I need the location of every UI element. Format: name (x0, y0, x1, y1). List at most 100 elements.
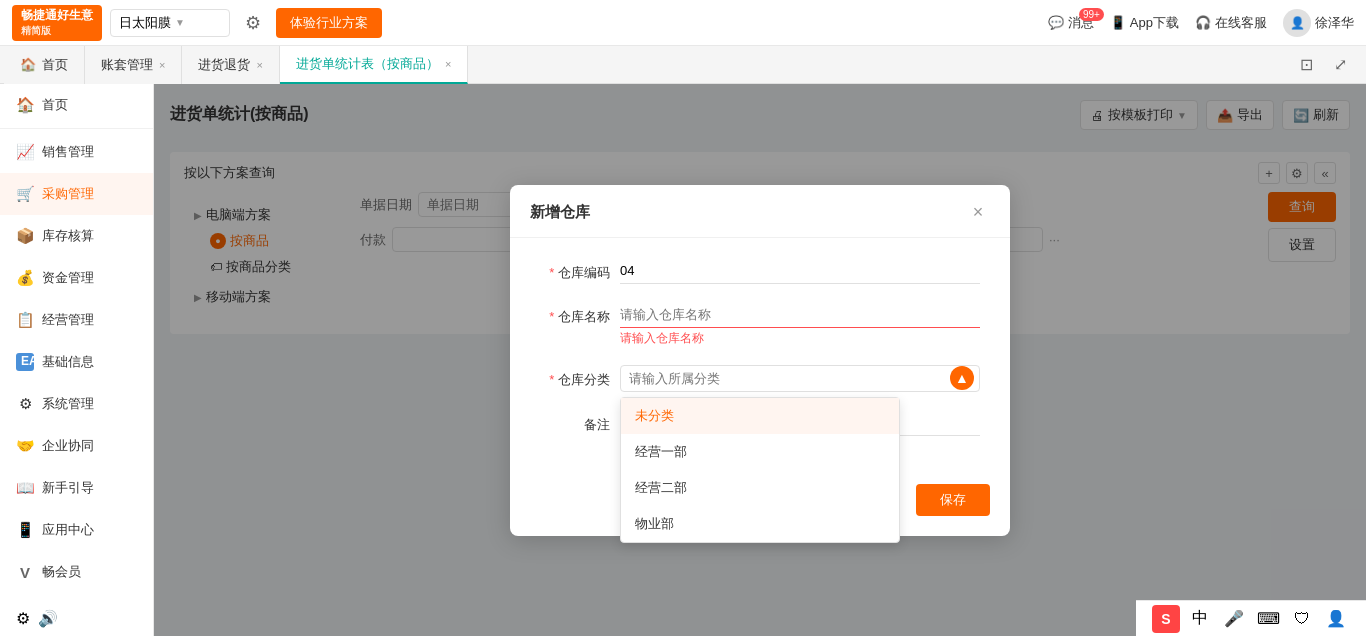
experience-btn[interactable]: 体验行业方案 (276, 8, 382, 38)
dropdown-item-3[interactable]: 物业部 (621, 506, 899, 542)
sidebar-purchase-label: 采购管理 (42, 185, 94, 203)
sidebar-item-apps[interactable]: 📱 应用中心 (0, 509, 153, 551)
sidebar-vip-label: 畅会员 (42, 563, 81, 581)
tab-home[interactable]: 🏠 首页 (4, 46, 85, 84)
tab-purchase-return-label: 进货退货 (198, 56, 250, 74)
modal-new-warehouse: 新增仓库 × 仓库编码 仓库名称 (510, 185, 1010, 536)
apps-icon: 📱 (16, 521, 34, 539)
main-layout: 🏠 首页 📈 销售管理 🛒 采购管理 📦 库存核算 💰 资金管理 📋 经营管理 … (0, 84, 1366, 636)
finance-icon: 💰 (16, 269, 34, 287)
category-toggle-btn[interactable]: ▲ (950, 366, 974, 390)
tab-purchase-return[interactable]: 进货退货 × (182, 46, 279, 84)
modal-close-btn[interactable]: × (966, 201, 990, 225)
store-selector[interactable]: 日太阳膜 ▼ (110, 9, 230, 37)
sidebar-operations-label: 经营管理 (42, 311, 94, 329)
form-row-name: 仓库名称 请输入仓库名称 (540, 302, 980, 347)
modal-overlay: 新增仓库 × 仓库编码 仓库名称 (154, 84, 1366, 636)
tab-expand-icon[interactable]: ⤢ (1326, 51, 1354, 79)
user-icon[interactable]: 👤 (1322, 605, 1350, 633)
topbar: 畅捷通好生意 精简版 日太阳膜 ▼ ⚙ 体验行业方案 💬 消息 99+ 📱 Ap… (0, 0, 1366, 46)
sidebar-system-label: 系统管理 (42, 395, 94, 413)
tab-purchase-stats[interactable]: 进货单统计表（按商品） × (280, 46, 468, 84)
sidebar-item-system[interactable]: ⚙ 系统管理 (0, 383, 153, 425)
headset-icon: 🎧 (1195, 15, 1211, 30)
sidebar-apps-label: 应用中心 (42, 521, 94, 539)
dropdown-item-2[interactable]: 经营二部 (621, 470, 899, 506)
sidebar-inventory-label: 库存核算 (42, 227, 94, 245)
sidebar-item-vip[interactable]: V 畅会员 (0, 551, 153, 593)
tab-accounts[interactable]: 账套管理 × (85, 46, 182, 84)
name-input[interactable] (620, 302, 980, 328)
app-logo: 畅捷通好生意 精简版 (12, 5, 102, 41)
category-wrapper: ▲ (620, 365, 980, 392)
tab-purchase-stats-label: 进货单统计表（按商品） (296, 55, 439, 73)
messages-badge: 99+ (1079, 8, 1104, 21)
form-row-code: 仓库编码 (540, 258, 980, 284)
home-icon: 🏠 (16, 96, 34, 114)
sidebar-item-enterprise[interactable]: 🤝 企业协同 (0, 425, 153, 467)
mobile-icon: 📱 (1110, 15, 1126, 30)
operations-icon: 📋 (16, 311, 34, 329)
tab-purchase-return-close[interactable]: × (256, 59, 262, 71)
microphone-icon[interactable]: 🎤 (1220, 605, 1248, 633)
sidebar-item-basic-info[interactable]: EA 基础信息 (0, 341, 153, 383)
purchase-icon: 🛒 (16, 185, 34, 203)
shield-icon[interactable]: 🛡 (1288, 605, 1316, 633)
sidebar-item-operations[interactable]: 📋 经营管理 (0, 299, 153, 341)
online-service-btn[interactable]: 🎧 在线客服 (1195, 14, 1267, 32)
inventory-icon: 📦 (16, 227, 34, 245)
sidebar-item-guide[interactable]: 📖 新手引导 (0, 467, 153, 509)
category-input[interactable] (620, 365, 980, 392)
tab-home-label: 首页 (42, 56, 68, 74)
enterprise-icon: 🤝 (16, 437, 34, 455)
settings-icon[interactable]: ⚙ (238, 8, 268, 38)
user-avatar[interactable]: 👤 徐泽华 (1283, 9, 1354, 37)
content-area: 进货单统计(按商品) 🖨 按模板打印 ▼ 📤 导出 🔄 刷新 (154, 84, 1366, 636)
messages-btn[interactable]: 💬 消息 99+ (1048, 14, 1094, 32)
tabbar: 🏠 首页 账套管理 × 进货退货 × 进货单统计表（按商品） × ⊡ ⤢ (0, 46, 1366, 84)
ea-icon: EA (16, 353, 34, 371)
category-dropdown: 未分类 经营一部 经营二部 物业部 (620, 397, 900, 543)
sidebar-item-home[interactable]: 🏠 首页 (0, 84, 153, 126)
sidebar-bottom: ⚙ 🔊 (0, 601, 153, 636)
sidebar-basic-info-label: 基础信息 (42, 353, 94, 371)
code-input-group (620, 258, 980, 284)
name-error-msg: 请输入仓库名称 (620, 330, 980, 347)
code-input[interactable] (620, 258, 980, 284)
sidebar-item-sales[interactable]: 📈 销售管理 (0, 131, 153, 173)
note-label: 备注 (540, 410, 610, 434)
sidebar-finance-label: 资金管理 (42, 269, 94, 287)
app-download-label: App下载 (1130, 14, 1179, 32)
online-service-label: 在线客服 (1215, 14, 1267, 32)
store-name: 日太阳膜 (119, 14, 171, 32)
category-input-group: ▲ 未分类 经营一部 经营二部 物业部 (620, 365, 980, 392)
modal-header: 新增仓库 × (510, 185, 1010, 238)
topbar-right: 💬 消息 99+ 📱 App下载 🎧 在线客服 👤 徐泽华 (1048, 9, 1354, 37)
system-icon: ⚙ (16, 395, 34, 413)
keyboard-icon[interactable]: ⌨ (1254, 605, 1282, 633)
tabbar-controls: ⊡ ⤢ (1292, 51, 1362, 79)
sidebar-settings-icon[interactable]: ⚙ (16, 609, 30, 628)
sidebar-item-inventory[interactable]: 📦 库存核算 (0, 215, 153, 257)
dropdown-item-0[interactable]: 未分类 (621, 398, 899, 434)
username: 徐泽华 (1315, 14, 1354, 32)
sidebar: 🏠 首页 📈 销售管理 🛒 采购管理 📦 库存核算 💰 资金管理 📋 经营管理 … (0, 84, 154, 636)
sidebar-volume-icon[interactable]: 🔊 (38, 609, 58, 628)
sidebar-item-purchase[interactable]: 🛒 采购管理 (0, 173, 153, 215)
tab-restore-icon[interactable]: ⊡ (1292, 51, 1320, 79)
language-icon[interactable]: 中 (1186, 605, 1214, 633)
sidebar-enterprise-label: 企业协同 (42, 437, 94, 455)
save-btn[interactable]: 保存 (916, 484, 990, 516)
app-download-btn[interactable]: 📱 App下载 (1110, 14, 1179, 32)
sidebar-item-finance[interactable]: 💰 资金管理 (0, 257, 153, 299)
code-label: 仓库编码 (540, 258, 610, 282)
sidebar-guide-label: 新手引导 (42, 479, 94, 497)
chevron-down-icon: ▼ (175, 17, 185, 28)
modal-body: 仓库编码 仓库名称 请输入仓库名称 (510, 238, 1010, 474)
tab-accounts-close[interactable]: × (159, 59, 165, 71)
tab-purchase-stats-close[interactable]: × (445, 58, 451, 70)
dropdown-item-1[interactable]: 经营一部 (621, 434, 899, 470)
guide-icon: 📖 (16, 479, 34, 497)
message-icon: 💬 (1048, 15, 1064, 30)
name-label: 仓库名称 (540, 302, 610, 326)
